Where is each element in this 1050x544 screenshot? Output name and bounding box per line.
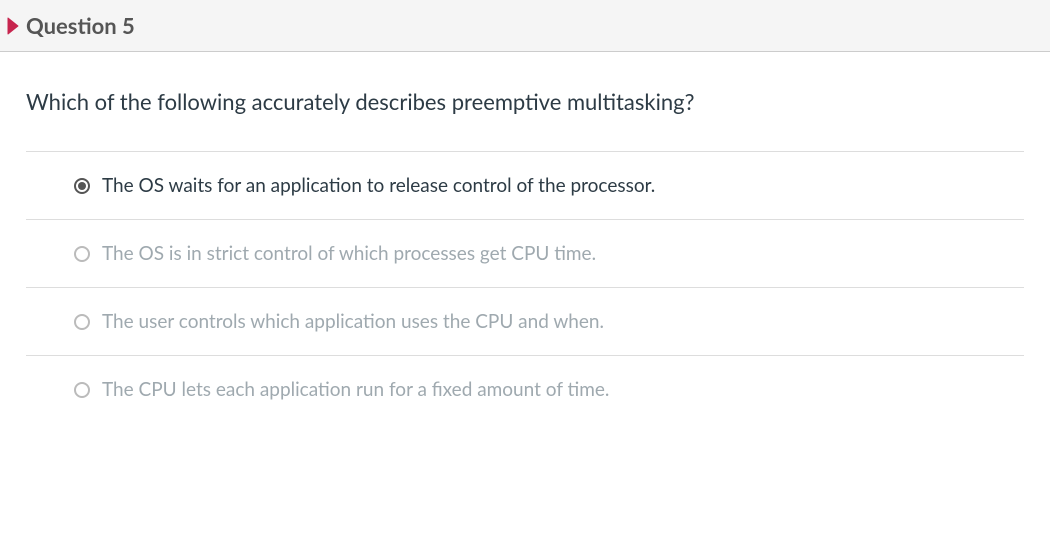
radio-button[interactable] [74,382,90,398]
option-label: The OS waits for an application to relea… [102,174,655,197]
option-row[interactable]: The OS waits for an application to relea… [26,152,1024,220]
question-text: Which of the following accurately descri… [26,88,1024,115]
question-title: Question 5 [26,12,135,39]
radio-button[interactable] [74,314,90,330]
option-label: The OS is in strict control of which pro… [102,242,596,265]
option-label: The CPU lets each application run for a … [102,378,609,401]
option-row[interactable]: The user controls which application uses… [26,288,1024,356]
options-list: The OS waits for an application to relea… [26,151,1024,423]
question-body: Which of the following accurately descri… [0,52,1050,423]
option-row[interactable]: The OS is in strict control of which pro… [26,220,1024,288]
option-row[interactable]: The CPU lets each application run for a … [26,356,1024,423]
arrow-right-icon [6,17,20,35]
option-label: The user controls which application uses… [102,310,604,333]
radio-button[interactable] [74,178,90,194]
radio-button[interactable] [74,246,90,262]
question-header: Question 5 [0,0,1050,52]
